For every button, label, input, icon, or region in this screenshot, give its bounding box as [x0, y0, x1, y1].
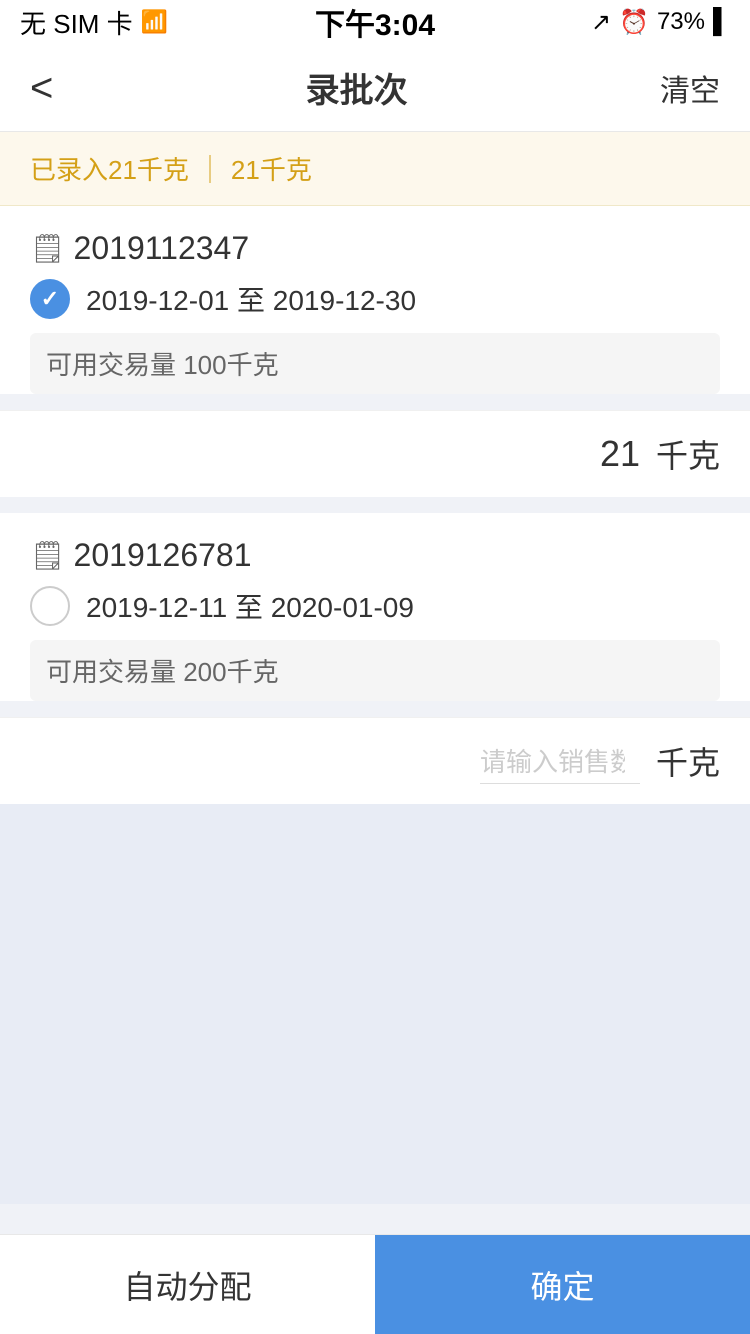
auto-distribute-button[interactable]: 自动分配 [0, 1235, 375, 1334]
status-right: ↗ ⏰ 73% ▌ [591, 8, 730, 37]
batch-1-available: 可用交易量 100千克 [30, 333, 720, 394]
status-left: 无 SIM 卡 📶 [20, 4, 168, 41]
location-icon: ↗ [591, 8, 611, 37]
batch-1-header: 🗒 2019112347 [30, 230, 720, 267]
batch-1-radio[interactable] [30, 279, 70, 319]
battery-label: 73% [657, 8, 705, 36]
status-time: 下午3:04 [315, 0, 435, 44]
batch-item-2: 🗒 2019126781 2019-12-11 至 2020-01-09 可用交… [0, 513, 750, 701]
bottom-area [0, 804, 750, 1204]
batch-2-id-icon: 🗒 [30, 539, 66, 572]
batch-1-id-icon: 🗒 [30, 232, 66, 265]
batch-1-id: 2019112347 [74, 230, 250, 267]
batch-1-quantity-value: 21 [600, 433, 640, 475]
batch-2-quantity-input[interactable] [480, 738, 640, 784]
summary-divider [209, 155, 211, 183]
batch-2-available: 可用交易量 200千克 [30, 640, 720, 701]
batch-1-quantity-unit: 千克 [656, 431, 720, 477]
batch-1-date-row: 2019-12-01 至 2019-12-30 [30, 279, 720, 319]
clear-button[interactable]: 清空 [660, 66, 720, 110]
batch-item-1: 🗒 2019112347 2019-12-01 至 2019-12-30 可用交… [0, 206, 750, 394]
nav-bar: < 录批次 清空 [0, 44, 750, 132]
batch-2-quantity-unit: 千克 [656, 738, 720, 784]
item-separator [0, 497, 750, 513]
batch-2-date: 2019-12-11 至 2020-01-09 [86, 586, 414, 626]
batch-2-quantity-row: 千克 [0, 717, 750, 804]
page-title: 录批次 [306, 63, 408, 112]
no-sim-label: 无 SIM 卡 [20, 4, 133, 41]
batch-1-date: 2019-12-01 至 2019-12-30 [86, 279, 416, 319]
alarm-icon: ⏰ [619, 8, 649, 37]
batch-2-id: 2019126781 [74, 537, 252, 574]
status-bar: 无 SIM 卡 📶 下午3:04 ↗ ⏰ 73% ▌ [0, 0, 750, 44]
summary-value: 21千克 [231, 150, 312, 187]
battery-icon: ▌ [713, 8, 730, 36]
back-button[interactable]: < [30, 68, 53, 108]
summary-bar: 已录入21千克 21千克 [0, 132, 750, 206]
batch-1-quantity-row: 21 千克 [0, 410, 750, 497]
bottom-buttons: 自动分配 确定 [0, 1234, 750, 1334]
batch-2-header: 🗒 2019126781 [30, 537, 720, 574]
confirm-button[interactable]: 确定 [375, 1235, 750, 1334]
batch-2-radio[interactable] [30, 586, 70, 626]
wifi-icon: 📶 [141, 9, 168, 35]
batch-2-date-row: 2019-12-11 至 2020-01-09 [30, 586, 720, 626]
summary-label: 已录入21千克 [30, 150, 189, 187]
